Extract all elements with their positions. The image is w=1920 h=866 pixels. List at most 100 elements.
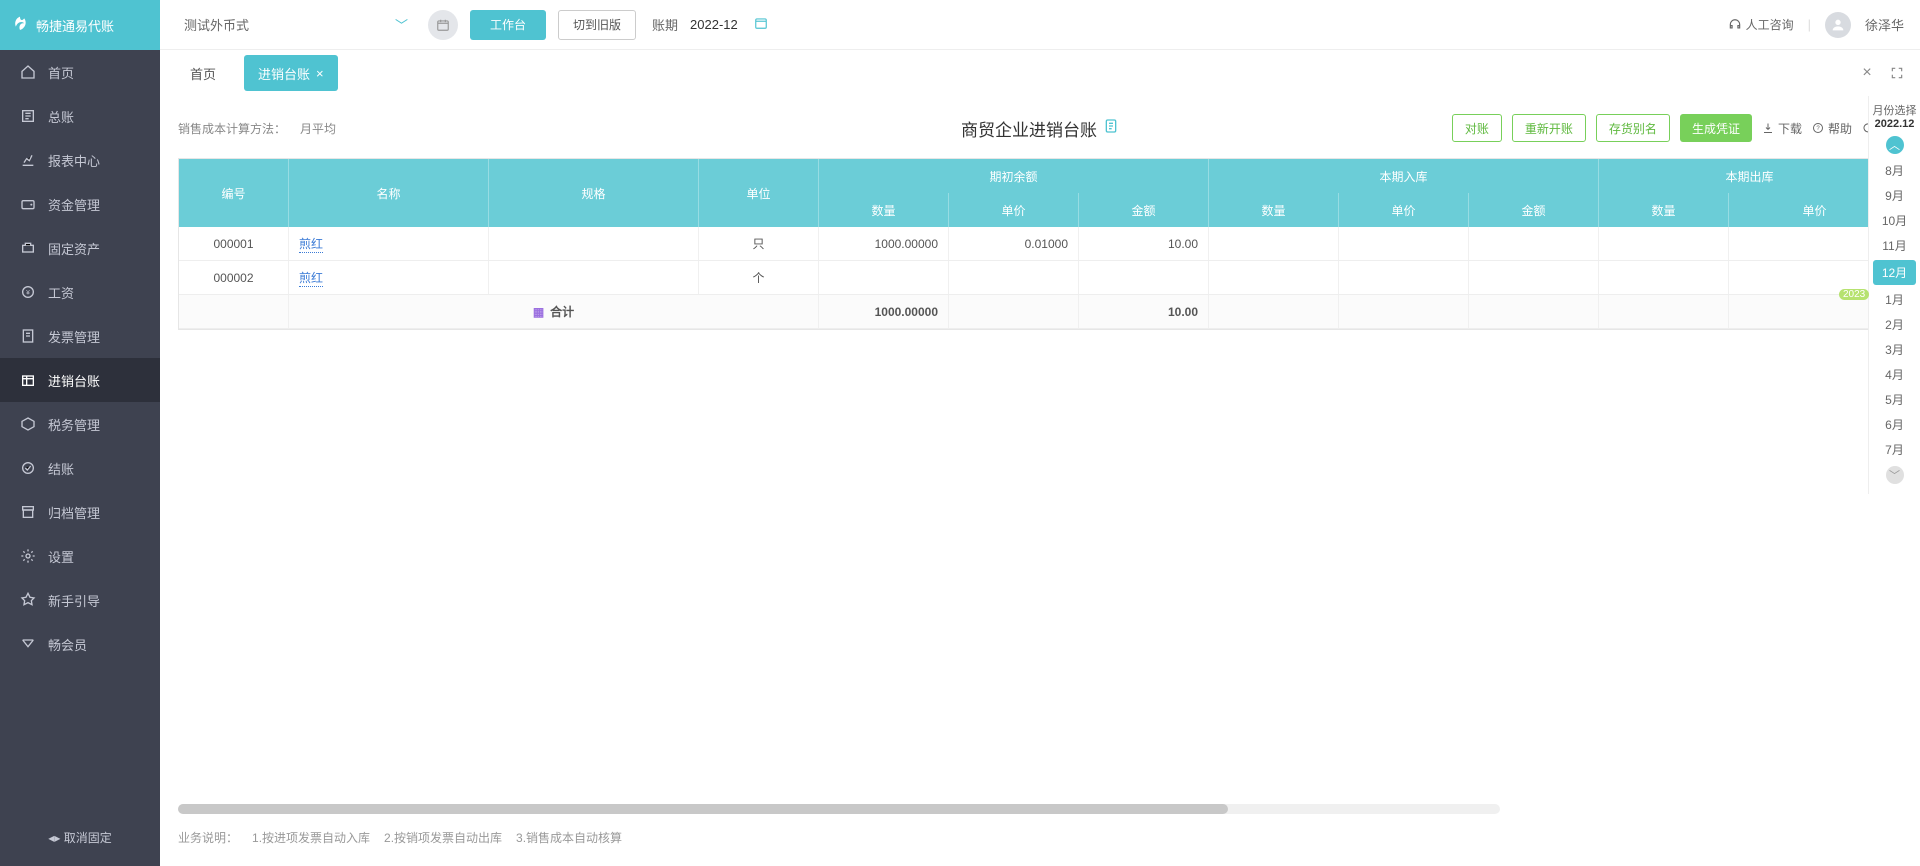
sidebar-item-home[interactable]: 首页 [0,50,160,94]
th-begin-qty: 数量 [819,193,949,227]
th-spec: 规格 [489,159,699,227]
period-value[interactable]: 2022-12 [690,17,738,32]
table-header: 编号 名称 规格 单位 期初余额 本期入库 本期出库 数量 单价 金额 数量 [179,159,1901,227]
sidebar-item-label: 总账 [48,107,74,126]
close-all-tabs[interactable]: × [1856,62,1878,84]
month-option[interactable]: 5月 [1869,387,1920,412]
sidebar-item-guide[interactable]: 新手引导 [0,578,160,622]
sidebar: 畅捷通易代账 首页总账报表中心资金管理固定资产¥工资发票管理进销台账税务管理结账… [0,0,160,866]
sidebar-item-tax[interactable]: 税务管理 [0,402,160,446]
tab-current-label: 进销台账 [258,64,310,83]
table-row: 000002煎红个 [179,261,1901,295]
switch-old-button[interactable]: 切到旧版 [558,10,636,40]
chevron-down-icon: ﹀ [395,15,408,34]
footer-note-3: 3.销售成本自动核算 [516,829,622,846]
sidebar-item-chart[interactable]: 报表中心 [0,138,160,182]
help-link[interactable]: ? 帮助 [1812,120,1852,137]
sidebar-item-close[interactable]: 结账 [0,446,160,490]
cell-spec [489,261,699,294]
cell-spec [489,227,699,260]
sidebar-item-invoice[interactable]: 发票管理 [0,314,160,358]
sidebar-item-archive[interactable]: 归档管理 [0,490,160,534]
month-option[interactable]: 2月 [1869,312,1920,337]
month-scroll-up[interactable]: ︿ [1886,136,1904,154]
tab-bar: 首页 进销台账 × × [160,50,1920,96]
cell-name[interactable]: 煎红 [289,261,489,294]
brand-logo: 畅捷通易代账 [0,0,160,50]
month-selector-panel: 月份选择 2022.12 ︿ 8月9月10月11月12月1月20232月3月4月… [1868,96,1920,494]
org-name: 测试外币式 [184,15,249,34]
month-option-selected[interactable]: 12月 [1873,260,1916,285]
settings-icon [20,548,36,564]
month-option[interactable]: 3月 [1869,337,1920,362]
workspace-button[interactable]: 工作台 [470,10,546,40]
sidebar-item-asset[interactable]: 固定资产 [0,226,160,270]
month-option[interactable]: 4月 [1869,362,1920,387]
unpin-icon: ◂▸ [48,831,60,845]
support-label: 人工咨询 [1746,16,1794,33]
close-icon[interactable]: × [316,66,324,81]
wallet-icon [20,196,36,212]
month-scroll-down[interactable]: ﹀ [1886,466,1904,484]
th-group-out: 本期出库 [1599,159,1901,193]
month-option[interactable]: 7月 [1869,437,1920,462]
reopen-button[interactable]: 重新开账 [1512,114,1586,142]
fullscreen-icon[interactable] [1886,62,1908,84]
cell-total-qty: 1000.00000 [819,295,949,328]
calendar-button[interactable] [428,10,458,40]
home-icon [20,64,36,80]
footer-intro: 业务说明： [178,829,238,846]
org-selector[interactable]: 测试外币式 ﹀ [176,9,416,41]
download-link[interactable]: 下载 [1762,120,1802,137]
month-option[interactable]: 9月 [1869,183,1920,208]
scrollbar-thumb[interactable] [178,804,1228,814]
invoice-icon [20,328,36,344]
cell-name[interactable]: 煎红 [289,227,489,260]
month-option[interactable]: 6月 [1869,412,1920,437]
cell-in-qty [1209,261,1339,294]
cell-id: 000002 [179,261,289,294]
sidebar-item-settings[interactable]: 设置 [0,534,160,578]
svg-text:?: ? [1816,126,1820,132]
headset-icon [1728,18,1742,32]
month-option[interactable]: 1月2023 [1869,287,1920,312]
vip-icon [20,636,36,652]
document-icon[interactable] [1103,118,1119,139]
sidebar-item-salary[interactable]: ¥工资 [0,270,160,314]
cost-method-label: 销售成本计算方法： [178,120,286,137]
table-body: 000001煎红只1000.000000.0100010.00000002煎红个… [179,227,1901,329]
sidebar-item-label: 工资 [48,283,74,302]
month-option[interactable]: 10月 [1869,208,1920,233]
cell-total-price [949,295,1079,328]
sidebar-item-label: 税务管理 [48,415,100,434]
tab-home[interactable]: 首页 [176,55,230,91]
chart-icon [20,152,36,168]
sidebar-item-wallet[interactable]: 资金管理 [0,182,160,226]
reconcile-button[interactable]: 对账 [1452,114,1502,142]
unpin-sidebar[interactable]: ◂▸ 取消固定 [0,829,160,846]
user-name[interactable]: 徐泽华 [1865,15,1904,34]
generate-voucher-button[interactable]: 生成凭证 [1680,114,1752,142]
sidebar-item-ledger[interactable]: 总账 [0,94,160,138]
month-option[interactable]: 11月 [1869,233,1920,258]
support-link[interactable]: 人工咨询 [1728,16,1794,33]
page-title-text: 商贸企业进销台账 [961,116,1097,141]
sidebar-item-label: 首页 [48,63,74,82]
horizontal-scrollbar[interactable] [178,804,1500,814]
period-calendar-icon[interactable] [754,16,768,33]
tab-inventory-ledger[interactable]: 进销台账 × [244,55,338,91]
sidebar-item-label: 进销台账 [48,371,100,390]
total-row: ▦合计1000.0000010.00 [179,295,1901,329]
avatar[interactable] [1825,12,1851,38]
alias-button[interactable]: 存货别名 [1596,114,1670,142]
sidebar-item-label: 发票管理 [48,327,100,346]
ledger-icon [20,108,36,124]
year-badge: 2023 [1839,289,1869,300]
sidebar-item-inventory[interactable]: 进销台账 [0,358,160,402]
sidebar-item-vip[interactable]: 畅会员 [0,622,160,666]
unpin-label: 取消固定 [64,831,112,845]
th-begin-amt: 金额 [1079,193,1209,227]
th-unit: 单位 [699,159,819,227]
cost-method-value: 月平均 [300,120,336,137]
month-option[interactable]: 8月 [1869,158,1920,183]
